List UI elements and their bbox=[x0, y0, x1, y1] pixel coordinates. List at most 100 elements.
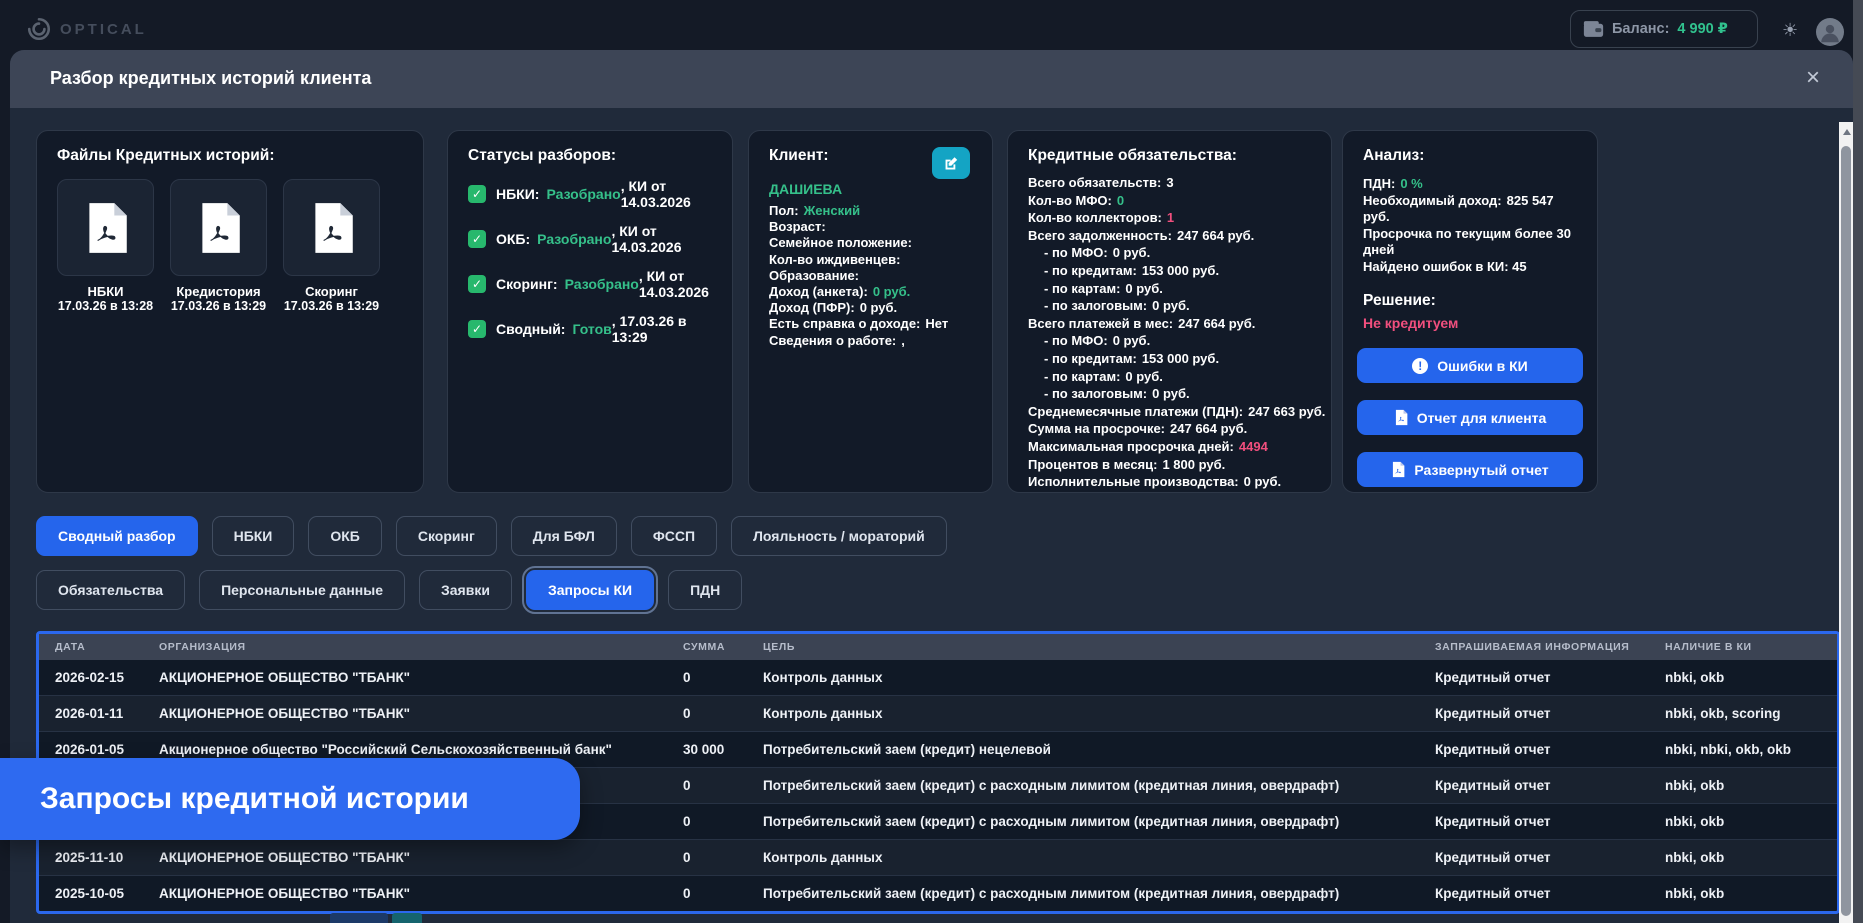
file-scoring: Скоринг 17.03.26 в 13:29 bbox=[283, 179, 380, 313]
file-date: 17.03.26 в 13:28 bbox=[57, 299, 154, 313]
client-field: Образование: bbox=[769, 267, 860, 283]
tab-applications[interactable]: Заявки bbox=[418, 570, 512, 610]
check-icon: ✓ bbox=[468, 320, 486, 338]
file-nbki: НБКИ 17.03.26 в 13:28 bbox=[57, 179, 154, 313]
avatar[interactable] bbox=[1816, 18, 1844, 46]
check-icon: ✓ bbox=[468, 185, 486, 203]
secondary-tabs: Обязательства Персональные данные Заявки… bbox=[36, 566, 743, 614]
section-banner: Запросы кредитной истории bbox=[0, 758, 580, 840]
primary-tabs: Сводный разбор НБКИ ОКБ Скоринг Для БФЛ … bbox=[36, 516, 947, 556]
files-card-title: Файлы Кредитных историй: bbox=[57, 147, 275, 164]
modal-title: Разбор кредитных историй клиента bbox=[50, 68, 372, 88]
theme-toggle-sun-icon[interactable]: ☀ bbox=[1782, 20, 1798, 41]
alert-icon: ! bbox=[1412, 357, 1429, 374]
pdf-file-icon bbox=[201, 202, 240, 253]
obligation-line: Сумма на просрочке: 247 664 руб. bbox=[1028, 421, 1248, 437]
pdf-file-tile[interactable] bbox=[57, 179, 154, 276]
errors-warning: Найдено ошибок в КИ: 45 bbox=[1363, 258, 1527, 274]
overdue-warning: Просрочка по текущим более 30 дней bbox=[1363, 225, 1571, 258]
balance-value: 4 990 ₽ bbox=[1677, 21, 1728, 37]
check-icon: ✓ bbox=[468, 275, 486, 293]
tab-summary[interactable]: Сводный разбор bbox=[36, 516, 198, 556]
status-item-summary: ✓ Сводный: Готов, 17.03.26 в 13:29 bbox=[468, 313, 712, 345]
obligation-line: Процентов в месяц: 1 800 руб. bbox=[1028, 456, 1226, 472]
client-field: Доход (ПФР): 0 руб. bbox=[769, 300, 898, 316]
pdf-file-tile[interactable] bbox=[283, 179, 380, 276]
wallet-icon bbox=[1583, 21, 1604, 37]
status-item-scoring: ✓ Скоринг: Разобрано, КИ от 14.03.2026 bbox=[468, 268, 712, 300]
app-logo: OPTICAL bbox=[26, 16, 147, 42]
check-icon: ✓ bbox=[468, 230, 486, 248]
file-kredistoriya: Кредистория 17.03.26 в 13:29 bbox=[170, 179, 267, 313]
obligation-line: Максимальная просрочка дней: 4494 bbox=[1028, 438, 1268, 454]
client-field: Есть справка о доходе: Нет bbox=[769, 316, 949, 332]
file-name: НБКИ bbox=[87, 284, 124, 299]
analysis-card-title: Анализ: bbox=[1363, 147, 1425, 164]
income-line: Необходимый доход: 825 547 руб. bbox=[1363, 192, 1554, 225]
obligation-line: Всего платежей в мес: 247 664 руб. bbox=[1028, 315, 1256, 331]
tab-okb[interactable]: ОКБ bbox=[308, 516, 382, 556]
obligation-line: - по залоговым: 0 руб. bbox=[1044, 298, 1190, 314]
spiral-logo-icon bbox=[27, 17, 51, 41]
table-row[interactable]: 2025-11-10 АКЦИОНЕРНОЕ ОБЩЕСТВО "ТБАНК" 0 К… bbox=[39, 839, 1837, 875]
client-field: Доход (анкета): 0 руб. bbox=[769, 284, 911, 300]
client-field: Семейное положение: bbox=[769, 235, 912, 251]
status-item-okb: ✓ ОКБ: Разобрано, КИ от 14.03.2026 bbox=[468, 223, 712, 255]
client-field: Кол-во иждивенцев: bbox=[769, 251, 901, 267]
tab-personal-data[interactable]: Персональные данные bbox=[199, 570, 405, 610]
table-row[interactable]: 2025-10-05 АКЦИОНЕРНОЕ ОБЩЕСТВО "ТБАНК" 0 П… bbox=[39, 875, 1837, 911]
client-report-button[interactable]: Отчет для клиента bbox=[1357, 400, 1583, 435]
obligations-card: Кредитные обязательства: Всего обязатель… bbox=[1007, 130, 1332, 493]
file-name: Скоринг bbox=[305, 284, 358, 299]
pdf-file-tile[interactable] bbox=[170, 179, 267, 276]
pencil-square-icon bbox=[945, 156, 957, 169]
tab-fssp[interactable]: ФССП bbox=[630, 516, 718, 556]
errors-in-ki-button[interactable]: ! Ошибки в КИ bbox=[1357, 348, 1583, 383]
pdf-file-icon bbox=[314, 202, 353, 253]
tab-loyalty-moratorium[interactable]: Лояльность / мораторий bbox=[731, 516, 947, 556]
scrollbar-thumb[interactable] bbox=[1841, 146, 1851, 916]
obligation-line: - по кредитам: 153 000 руб. bbox=[1044, 262, 1220, 278]
table-row[interactable]: 2026-01-11 АКЦИОНЕРНОЕ ОБЩЕСТВО "ТБАНК" 0 К… bbox=[39, 695, 1837, 731]
app-screen: OPTICAL Баланс: 4 990 ₽ ☀ Разбор кредитн… bbox=[0, 0, 1863, 923]
logo-text: OPTICAL bbox=[60, 20, 147, 38]
tab-pdn[interactable]: ПДН bbox=[668, 570, 743, 610]
client-field: Возраст: bbox=[769, 219, 826, 235]
tab-nbki[interactable]: НБКИ bbox=[211, 516, 295, 556]
balance-pill[interactable]: Баланс: 4 990 ₽ bbox=[1570, 10, 1758, 48]
close-icon[interactable]: × bbox=[1806, 66, 1820, 90]
detailed-report-button[interactable]: Развернутый отчет bbox=[1357, 452, 1583, 487]
tab-obligations[interactable]: Обязательства bbox=[36, 570, 186, 610]
obligation-line: Исполнительные производства: 0 руб. bbox=[1028, 474, 1282, 490]
obligation-line: Среднемесячные платежи (ПДН): 247 663 руб… bbox=[1028, 403, 1326, 419]
tab-scoring[interactable]: Скоринг bbox=[395, 516, 497, 556]
obligation-line: - по кредитам: 153 000 руб. bbox=[1044, 350, 1220, 366]
file-name: Кредистория bbox=[176, 284, 261, 299]
obligation-line: - по картам: 0 руб. bbox=[1044, 368, 1163, 384]
cut-off-element bbox=[330, 913, 388, 923]
obligation-line: Всего задолженность: 247 664 руб. bbox=[1028, 227, 1255, 243]
edit-client-button[interactable] bbox=[932, 147, 970, 179]
pdf-icon bbox=[1393, 461, 1405, 478]
client-field: Сведения о работе:, bbox=[769, 332, 905, 348]
balance-label: Баланс: bbox=[1612, 21, 1670, 37]
decision-title: Решение: bbox=[1363, 292, 1436, 309]
status-item-nbki: ✓ НБКИ: Разобрано, КИ от 14.03.2026 bbox=[468, 178, 712, 210]
obligations-card-title: Кредитные обязательства: bbox=[1028, 147, 1237, 164]
cut-off-element bbox=[392, 913, 422, 923]
scroll-up-arrow-icon[interactable] bbox=[1843, 129, 1851, 135]
obligation-line: Кол-во МФО: 0 bbox=[1028, 192, 1125, 208]
tab-bfl[interactable]: Для БФЛ bbox=[510, 516, 617, 556]
tab-ki-requests[interactable]: Запросы КИ bbox=[521, 566, 659, 614]
files-card: Файлы Кредитных историй: НБКИ 17.03.26 в… bbox=[36, 130, 424, 493]
client-card: Клиент: ДАШИЕВА Пол: Женский Возраст: Сем… bbox=[748, 130, 993, 493]
table-row[interactable]: 2026-02-15 АКЦИОНЕРНОЕ ОБЩЕСТВО "ТБАНК" 0 К… bbox=[39, 660, 1837, 695]
statuses-card: Статусы разборов: ✓ НБКИ: Разобрано, КИ о… bbox=[447, 130, 733, 493]
pdf-icon bbox=[1395, 409, 1408, 426]
client-name: ДАШИЕВА bbox=[769, 181, 843, 197]
pdn-line: ПДН: 0 % bbox=[1363, 176, 1423, 191]
window-edge bbox=[1853, 0, 1863, 923]
obligation-line: - по кредитам:0 руб. bbox=[1028, 491, 1311, 493]
analysis-card: Анализ: ПДН: 0 % Необходимый доход: 825 54… bbox=[1342, 130, 1598, 493]
file-date: 17.03.26 в 13:29 bbox=[170, 299, 267, 313]
